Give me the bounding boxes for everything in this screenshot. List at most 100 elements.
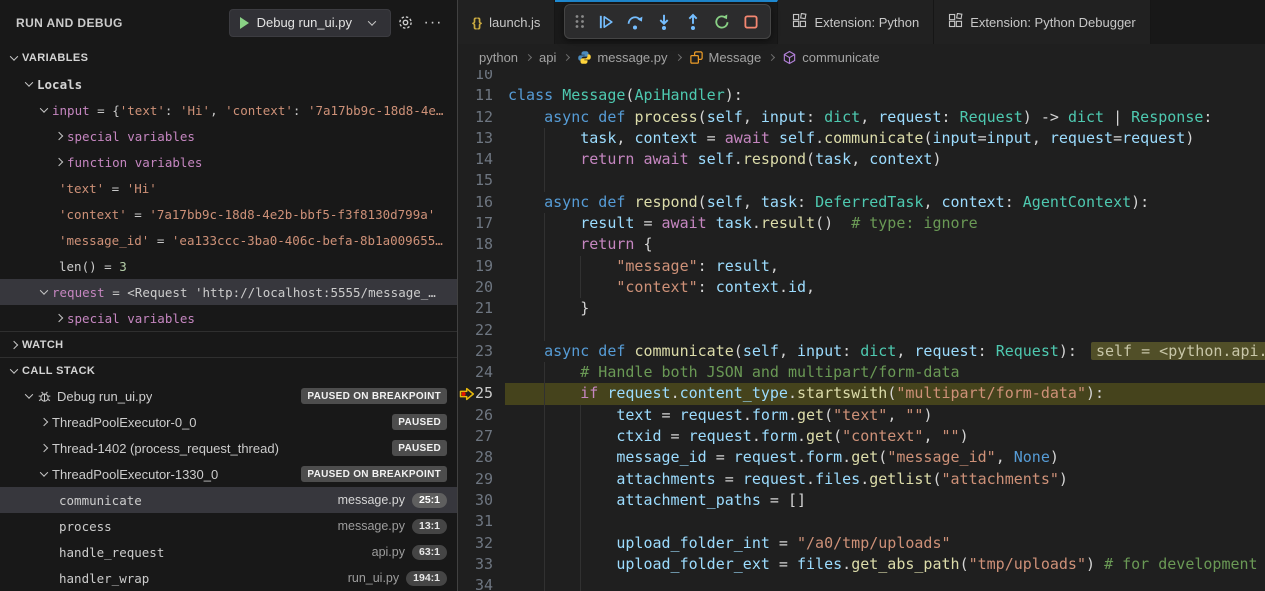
- code-line-10[interactable]: 10: [458, 70, 1265, 85]
- line-number[interactable]: 10: [458, 70, 493, 85]
- code-line-29[interactable]: 29 attachments = request.files.getlist("…: [458, 468, 1265, 490]
- var-context[interactable]: 'context' = '7a17bb9c-18d8-4e2b-bbf5-f3f…: [0, 201, 457, 227]
- line-number[interactable]: 12: [458, 107, 493, 128]
- var-message-id[interactable]: 'message_id' = 'ea133ccc-3ba0-406c-befa-…: [0, 227, 457, 253]
- chevron-right-icon[interactable]: [51, 157, 67, 167]
- breadcrumb-item-message[interactable]: Message: [689, 50, 761, 65]
- line-number[interactable]: 32: [458, 533, 493, 554]
- code-line-30[interactable]: 30 attachment_paths = []: [458, 489, 1265, 512]
- toolbar-drag-handle[interactable]: [571, 12, 590, 31]
- tab-launch-js[interactable]: {} launch.js: [458, 0, 556, 44]
- var-input-special-variables[interactable]: special variables: [0, 123, 457, 149]
- var-request-special-variables[interactable]: special variables: [0, 305, 457, 331]
- var-input[interactable]: input = {'text': 'Hi', 'context': '7a17b…: [0, 97, 457, 123]
- line-number[interactable]: 24: [458, 362, 493, 383]
- chevron-down-icon[interactable]: [21, 78, 37, 87]
- line-number[interactable]: 16: [458, 192, 493, 213]
- scope-locals[interactable]: Locals: [0, 71, 457, 97]
- chevron-right-icon[interactable]: [6, 340, 22, 349]
- code-line-23[interactable]: 23 async def communicate(self, input: di…: [458, 341, 1265, 362]
- section-variables[interactable]: VARIABLES: [0, 45, 457, 71]
- code-line-16[interactable]: 16 async def respond(self, task: Deferre…: [458, 192, 1265, 213]
- thread-threadpoolexecutor-1330-0[interactable]: ThreadPoolExecutor-1330_0 PAUSED ON BREAK…: [0, 461, 457, 487]
- stop-button[interactable]: [737, 8, 764, 35]
- var-text[interactable]: 'text' = 'Hi': [0, 175, 457, 201]
- line-number[interactable]: 13: [458, 128, 493, 149]
- code-line-20[interactable]: 20 "context": context.id,: [458, 276, 1265, 299]
- chevron-down-icon[interactable]: [6, 52, 22, 61]
- chevron-down-icon[interactable]: [36, 286, 52, 295]
- frame-communicate[interactable]: communicate message.py 25:1: [0, 487, 457, 513]
- code-line-28[interactable]: 28 message_id = request.form.get("messag…: [458, 447, 1265, 469]
- chevron-right-icon[interactable]: [51, 131, 67, 141]
- code-line-22[interactable]: 22: [458, 319, 1265, 341]
- chevron-down-icon[interactable]: [21, 390, 37, 399]
- code-line-27[interactable]: 27 ctxid = request.form.get("context", "…: [458, 426, 1265, 448]
- code-line-12[interactable]: 12 async def process(self, input: dict, …: [458, 107, 1265, 128]
- code-line-33[interactable]: 33 upload_folder_ext = files.get_abs_pat…: [458, 553, 1265, 576]
- line-number[interactable]: 22: [458, 320, 493, 341]
- step-over-button[interactable]: [621, 8, 648, 35]
- frame-handle-request[interactable]: handle_request api.py 63:1: [0, 539, 457, 565]
- chevron-right-icon[interactable]: [36, 443, 52, 453]
- more-actions-button[interactable]: ···: [419, 9, 447, 37]
- breadcrumb-item-message-py[interactable]: message.py: [577, 50, 668, 65]
- breadcrumb-item-api[interactable]: api: [539, 50, 556, 65]
- line-number[interactable]: 30: [458, 490, 493, 511]
- code-line-31[interactable]: 31: [458, 511, 1265, 533]
- code-line-26[interactable]: 26 text = request.form.get("text", ""): [458, 404, 1265, 427]
- tab-extension-python-debugger[interactable]: Extension: Python Debugger: [934, 0, 1151, 44]
- restart-button[interactable]: [708, 8, 735, 35]
- chevron-down-icon[interactable]: [36, 104, 52, 113]
- code-line-25[interactable]: 25 if request.content_type.startswith("m…: [458, 383, 1265, 405]
- code-line-11[interactable]: 11 class Message(ApiHandler):: [458, 85, 1265, 106]
- var-request[interactable]: request = <Request 'http://localhost:555…: [0, 279, 457, 305]
- code-line-17[interactable]: 17 result = await task.result() # type: …: [458, 213, 1265, 235]
- line-number[interactable]: 29: [458, 469, 493, 490]
- var-len[interactable]: len() = 3: [0, 253, 457, 279]
- section-call-stack[interactable]: CALL STACK: [0, 357, 457, 383]
- line-number[interactable]: 33: [458, 554, 493, 575]
- debug-config-dropdown[interactable]: Debug run_ui.py: [228, 8, 391, 37]
- code-line-19[interactable]: 19 "message": result,: [458, 255, 1265, 277]
- breadcrumb-item-communicate[interactable]: communicate: [782, 50, 880, 65]
- code-line-34[interactable]: 34: [458, 575, 1265, 591]
- frame-handler-wrap[interactable]: handler_wrap run_ui.py 194:1: [0, 565, 457, 591]
- chevron-down-icon[interactable]: [6, 364, 22, 374]
- line-number[interactable]: 19: [458, 256, 493, 277]
- code-line-24[interactable]: 24 # Handle both JSON and multipart/form…: [458, 362, 1265, 384]
- code-line-18[interactable]: 18 return {: [458, 234, 1265, 256]
- line-number[interactable]: 28: [458, 447, 493, 468]
- line-number[interactable]: 25: [458, 383, 493, 404]
- continue-button[interactable]: [592, 8, 619, 35]
- code-line-32[interactable]: 32 upload_folder_int = "/a0/tmp/uploads": [458, 532, 1265, 554]
- chevron-down-icon[interactable]: [36, 468, 52, 477]
- line-number[interactable]: 26: [458, 405, 493, 426]
- line-number[interactable]: 17: [458, 213, 493, 234]
- line-number[interactable]: 21: [458, 298, 493, 319]
- thread-threadpoolexecutor-0-0[interactable]: ThreadPoolExecutor-0_0 PAUSED: [0, 409, 457, 435]
- line-number[interactable]: 11: [458, 85, 493, 106]
- line-number[interactable]: 23: [458, 341, 493, 362]
- var-input-function-variables[interactable]: function variables: [0, 149, 457, 175]
- step-into-button[interactable]: [650, 8, 677, 35]
- line-number[interactable]: 18: [458, 234, 493, 255]
- code-line-14[interactable]: 14 return await self.respond(task, conte…: [458, 149, 1265, 171]
- thread-1402-process-request-thread[interactable]: Thread-1402 (process_request_thread) PAUS…: [0, 435, 457, 461]
- line-number[interactable]: 27: [458, 426, 493, 447]
- line-number[interactable]: 15: [458, 170, 493, 191]
- line-number[interactable]: 20: [458, 277, 493, 298]
- section-watch[interactable]: WATCH: [0, 331, 457, 357]
- frame-process[interactable]: process message.py 13:1: [0, 513, 457, 539]
- line-number[interactable]: 14: [458, 149, 493, 170]
- code-line-21[interactable]: 21 }: [458, 298, 1265, 320]
- line-number[interactable]: 34: [458, 575, 493, 591]
- debug-session-run-ui[interactable]: Debug run_ui.py PAUSED ON BREAKPOINT: [0, 383, 457, 409]
- code-line-13[interactable]: 13 task, context = await self.communicat…: [458, 127, 1265, 150]
- start-debug-icon[interactable]: [239, 16, 249, 29]
- chevron-right-icon[interactable]: [36, 417, 52, 427]
- breadcrumb-item-python[interactable]: python: [479, 50, 518, 65]
- code-editor[interactable]: 10 11 class Message(ApiHandler): 12 async d…: [458, 70, 1265, 591]
- line-number[interactable]: 31: [458, 511, 493, 532]
- code-line-15[interactable]: 15: [458, 170, 1265, 192]
